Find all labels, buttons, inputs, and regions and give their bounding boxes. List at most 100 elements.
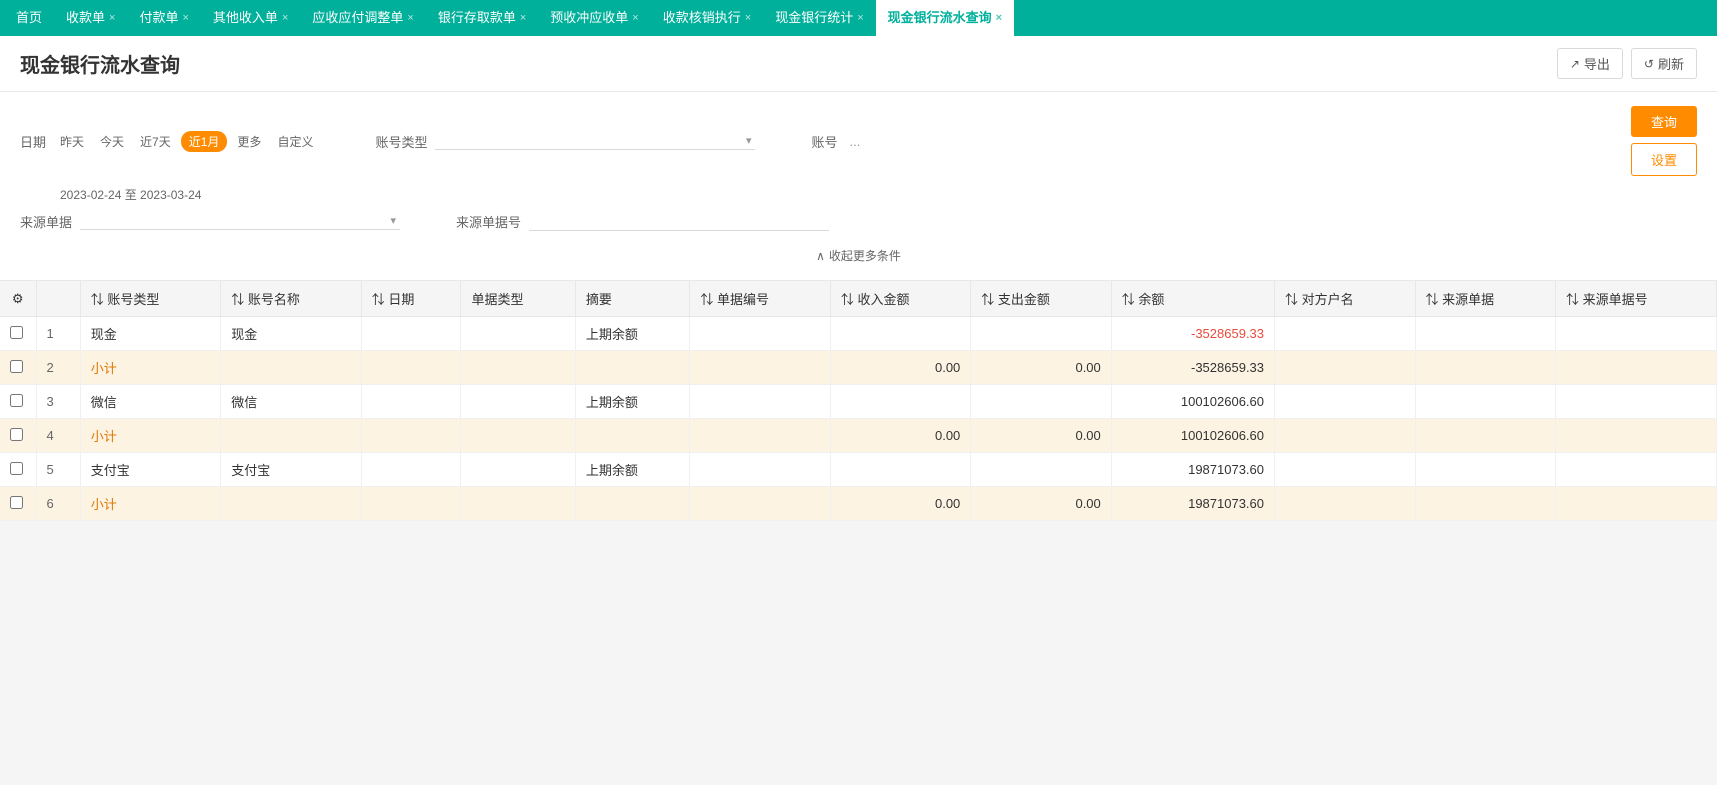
export-icon: ↗ xyxy=(1570,57,1580,71)
td-source-doc-no xyxy=(1555,351,1716,385)
td-counterparty xyxy=(1275,351,1415,385)
close-icon[interactable]: × xyxy=(857,0,863,36)
nav-bank-deposit[interactable]: 银行存取款单 × xyxy=(426,0,538,36)
close-icon[interactable]: × xyxy=(407,0,413,36)
collapse-bar[interactable]: ∧ 收起更多条件 xyxy=(20,241,1697,270)
th-expense[interactable]: ⇅ 支出金额 xyxy=(971,281,1111,317)
td-income xyxy=(830,453,970,487)
td-checkbox[interactable] xyxy=(0,351,36,385)
nav-ar-ap-adjust[interactable]: 应收应付调整单 × xyxy=(300,0,425,36)
chevron-down-icon: ▾ xyxy=(746,134,752,147)
th-gear[interactable]: ⚙ xyxy=(0,281,36,317)
td-expense xyxy=(971,385,1111,419)
td-checkbox[interactable] xyxy=(0,419,36,453)
table-row: 5 支付宝 支付宝 上期余额 19871073.60 xyxy=(0,453,1717,487)
td-balance: 100102606.60 xyxy=(1111,419,1274,453)
source-doc-label: 来源单据 xyxy=(20,212,72,231)
td-checkbox[interactable] xyxy=(0,385,36,419)
source-doc-no-input[interactable] xyxy=(529,211,829,231)
header-actions: ↗ 导出 ↺ 刷新 xyxy=(1557,48,1697,79)
td-counterparty xyxy=(1275,419,1415,453)
date-btn-yesterday[interactable]: 昨天 xyxy=(54,131,90,152)
th-income[interactable]: ⇅ 收入金额 xyxy=(830,281,970,317)
source-doc-no-filter: 来源单据号 xyxy=(456,211,829,231)
close-icon[interactable]: × xyxy=(632,0,638,36)
date-btn-more[interactable]: 更多 xyxy=(231,131,267,152)
table-header-row: ⚙ ⇅ 账号类型 ⇅ 账号名称 ⇅ 日期 单据类型 摘要 ⇅ 单据编号 xyxy=(0,281,1717,317)
gear-icon[interactable]: ⚙ xyxy=(12,291,24,306)
table-row: 2 小计 0.00 0.00 -3528659.33 xyxy=(0,351,1717,385)
close-icon[interactable]: × xyxy=(109,0,115,36)
ellipsis-button[interactable]: ... xyxy=(845,134,864,149)
date-btn-1month[interactable]: 近1月 xyxy=(181,131,228,152)
td-balance: -3528659.33 xyxy=(1111,351,1274,385)
source-doc-select[interactable]: ▾ xyxy=(80,212,400,230)
td-doc-no xyxy=(690,351,830,385)
th-account-type[interactable]: ⇅ 账号类型 xyxy=(80,281,220,317)
td-income xyxy=(830,385,970,419)
nav-other-income[interactable]: 其他收入单 × xyxy=(201,0,300,36)
th-counterparty[interactable]: ⇅ 对方户名 xyxy=(1275,281,1415,317)
close-icon[interactable]: × xyxy=(182,0,188,36)
td-checkbox[interactable] xyxy=(0,317,36,351)
date-btn-7days[interactable]: 近7天 xyxy=(134,131,177,152)
nav-receipt[interactable]: 收款单 × xyxy=(54,0,127,36)
date-btn-custom[interactable]: 自定义 xyxy=(271,131,319,152)
close-icon[interactable]: × xyxy=(745,0,751,36)
close-icon[interactable]: × xyxy=(282,0,288,36)
td-source-doc-no xyxy=(1555,419,1716,453)
td-checkbox[interactable] xyxy=(0,487,36,521)
th-date[interactable]: ⇅ 日期 xyxy=(361,281,461,317)
nav-cash-bank-flow[interactable]: 现金银行流水查询 × xyxy=(876,0,1014,36)
nav-receipt-exec[interactable]: 收款核销执行 × xyxy=(651,0,763,36)
nav-home[interactable]: 首页 xyxy=(4,0,54,36)
th-account-name[interactable]: ⇅ 账号名称 xyxy=(221,281,361,317)
nav-prepay-offset[interactable]: 预收冲应收单 × xyxy=(538,0,650,36)
nav-cash-bank-stats[interactable]: 现金银行统计 × xyxy=(763,0,875,36)
td-checkbox[interactable] xyxy=(0,453,36,487)
th-source-doc-no[interactable]: ⇅ 来源单据号 xyxy=(1555,281,1716,317)
td-balance: 100102606.60 xyxy=(1111,385,1274,419)
td-account-name: 现金 xyxy=(221,317,361,351)
td-source-doc xyxy=(1415,351,1555,385)
close-icon[interactable]: × xyxy=(996,0,1002,36)
td-doc-no xyxy=(690,385,830,419)
td-expense: 0.00 xyxy=(971,351,1111,385)
close-icon[interactable]: × xyxy=(520,0,526,36)
td-counterparty xyxy=(1275,487,1415,521)
th-index xyxy=(36,281,80,317)
settings-button[interactable]: 设置 xyxy=(1631,143,1697,176)
source-doc-filter: 来源单据 ▾ xyxy=(20,212,400,231)
refresh-button[interactable]: ↺ 刷新 xyxy=(1631,48,1697,79)
td-summary xyxy=(575,487,689,521)
td-summary xyxy=(575,419,689,453)
nav-payment[interactable]: 付款单 × xyxy=(127,0,200,36)
td-counterparty xyxy=(1275,385,1415,419)
td-date xyxy=(361,453,461,487)
account-type-select[interactable]: ▾ xyxy=(435,132,755,150)
date-btn-today[interactable]: 今天 xyxy=(94,131,130,152)
td-account-type: 微信 xyxy=(80,385,220,419)
td-doc-no xyxy=(690,487,830,521)
data-table: ⚙ ⇅ 账号类型 ⇅ 账号名称 ⇅ 日期 单据类型 摘要 ⇅ 单据编号 xyxy=(0,281,1717,521)
chevron-down-icon: ▾ xyxy=(390,214,396,227)
th-source-doc[interactable]: ⇅ 来源单据 xyxy=(1415,281,1555,317)
td-expense xyxy=(971,453,1111,487)
td-income xyxy=(830,317,970,351)
td-account-name xyxy=(221,487,361,521)
td-doc-type xyxy=(461,419,575,453)
export-button[interactable]: ↗ 导出 xyxy=(1557,48,1623,79)
page-header: 现金银行流水查询 ↗ 导出 ↺ 刷新 xyxy=(0,36,1717,92)
date-filter: 日期 昨天 今天 近7天 近1月 更多 自定义 xyxy=(20,131,319,152)
td-account-type: 支付宝 xyxy=(80,453,220,487)
td-source-doc xyxy=(1415,487,1555,521)
query-button[interactable]: 查询 xyxy=(1631,106,1697,137)
th-doc-no[interactable]: ⇅ 单据编号 xyxy=(690,281,830,317)
td-summary: 上期余额 xyxy=(575,385,689,419)
account-label: 账号 xyxy=(811,132,837,151)
td-income: 0.00 xyxy=(830,351,970,385)
td-source-doc-no xyxy=(1555,487,1716,521)
td-doc-type xyxy=(461,453,575,487)
filter-area: 日期 昨天 今天 近7天 近1月 更多 自定义 账号类型 ▾ 账号 ... xyxy=(0,92,1717,281)
th-balance[interactable]: ⇅ 余额 xyxy=(1111,281,1274,317)
